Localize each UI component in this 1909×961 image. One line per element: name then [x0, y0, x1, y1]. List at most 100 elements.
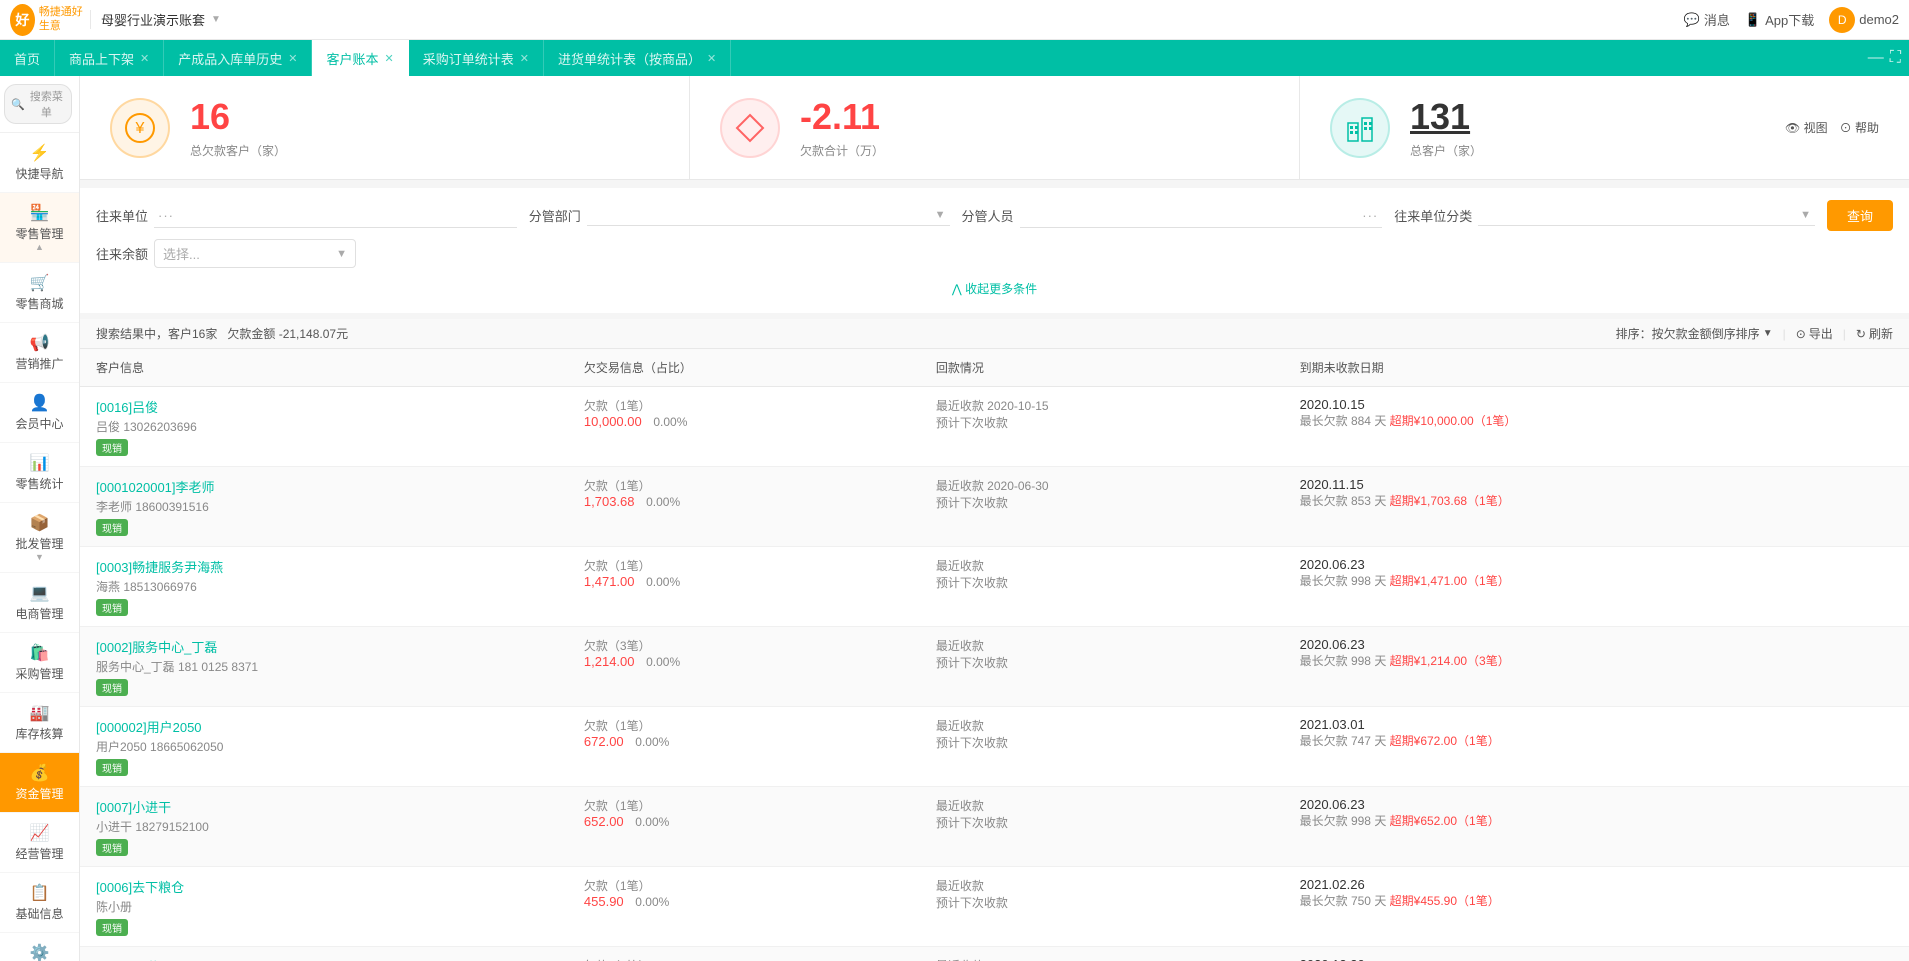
source-unit-label: 往来单位 — [96, 206, 148, 225]
cell-collection-1: 最近收款 2020-06-30 预计下次收款 — [920, 467, 1284, 547]
due-date-7: 2020.12.30 — [1300, 957, 1893, 961]
sidebar-item-ecommerce[interactable]: 💻 电商管理 — [0, 573, 79, 633]
customer-name-0[interactable]: [0016]吕俊 — [96, 397, 552, 416]
last-collect-7: 最近收款 — [936, 957, 1268, 961]
table-row: [0001020001]李老师 李老师 18600391516 现销 欠款（1笔… — [80, 467, 1909, 547]
manager-input[interactable]: ··· — [1020, 204, 1383, 228]
balance-select[interactable]: 选择... ▼ — [154, 239, 356, 268]
unit-category-select[interactable]: ▼ — [1478, 205, 1815, 226]
sort-button[interactable]: 排序：按欠款金额倒序排序 ▼ — [1616, 325, 1773, 342]
sidebar-item-inventory[interactable]: 🏭 库存核算 — [0, 693, 79, 753]
tab-purchase-order-close[interactable]: ✕ — [520, 52, 529, 65]
export-button[interactable]: ⊙ 导出 — [1796, 325, 1833, 342]
dept-select[interactable]: ▼ — [587, 205, 950, 226]
cell-due-date-5: 2020.06.23 最长欠款 998 天 超期¥652.00（1笔） — [1284, 787, 1909, 867]
company-selector[interactable]: 母婴行业演示账套 ▼ — [90, 10, 231, 29]
result-actions: 排序：按欠款金额倒序排序 ▼ | ⊙ 导出 | ↻ 刷新 — [1616, 325, 1893, 342]
customer-name-7[interactable]: [000001]黄思源 — [96, 957, 552, 961]
app-download-button[interactable]: 📱 App下载 — [1745, 10, 1814, 29]
due-date-2: 2020.06.23 — [1300, 557, 1893, 572]
overdue-text-1[interactable]: 超期¥1,703.68（1笔） — [1390, 494, 1510, 508]
help-button[interactable]: ⊙ 帮助 — [1840, 119, 1879, 136]
customer-name-4[interactable]: [000002]用户2050 — [96, 717, 552, 736]
sidebar-item-system[interactable]: ⚙️ 系统管理 — [0, 933, 79, 961]
operation-icon: 📈 — [30, 823, 50, 843]
sidebar-item-retail-stats[interactable]: 📊 零售统计 — [0, 443, 79, 503]
customer-type-badge-1: 现销 — [96, 519, 128, 536]
member-icon: 👤 — [30, 393, 50, 413]
tab-stock-stats-close[interactable]: ✕ — [707, 52, 716, 65]
amount-pct-3: 0.00% — [646, 655, 680, 669]
overdue-text-0[interactable]: 超期¥10,000.00（1笔） — [1390, 414, 1517, 428]
balance-label: 往来余额 — [96, 244, 148, 263]
sidebar-item-batch-mgmt[interactable]: 📦 批发管理 ▼ — [0, 503, 79, 573]
last-collect-3: 最近收款 — [936, 637, 1268, 654]
tab-goods-close[interactable]: ✕ — [140, 52, 149, 65]
col-collection: 回款情况 — [920, 349, 1284, 387]
tab-production-close[interactable]: ✕ — [288, 52, 297, 65]
customer-name-5[interactable]: [0007]小进干 — [96, 797, 552, 816]
tab-home-label: 首页 — [14, 49, 40, 68]
overdue-text-5[interactable]: 超期¥652.00（1笔） — [1390, 814, 1500, 828]
debt-desc-1: 欠款（1笔） — [584, 477, 904, 494]
overdue-text-6[interactable]: 超期¥455.90（1笔） — [1390, 894, 1500, 908]
sidebar-item-operation[interactable]: 📈 经营管理 — [0, 813, 79, 873]
sidebar-item-member[interactable]: 👤 会员中心 — [0, 383, 79, 443]
customer-name-3[interactable]: [0002]服务中心_丁磊 — [96, 637, 552, 656]
customer-type-badge-5: 现销 — [96, 839, 128, 856]
window-expand-icon[interactable]: ⛶ — [1890, 49, 1901, 67]
sidebar-item-retail-store[interactable]: 🛒 零售商城 — [0, 263, 79, 323]
sidebar-item-capital[interactable]: 💰 资金管理 — [0, 753, 79, 813]
table-row: [0006]去下粮仓 陈小册 现销 欠款（1笔） 455.90 0.00% 最近… — [80, 867, 1909, 947]
window-minimize-icon[interactable]: — — [1868, 49, 1884, 67]
tab-production[interactable]: 产成品入库单历史 ✕ — [164, 40, 312, 76]
customer-name-1[interactable]: [0001020001]李老师 — [96, 477, 552, 496]
tab-goods[interactable]: 商品上下架 ✕ — [55, 40, 164, 76]
amount-value-1[interactable]: 1,703.68 — [584, 494, 635, 509]
sidebar-search-box[interactable]: 🔍 搜索菜单 — [4, 84, 72, 124]
sidebar-item-retail-mgmt-label: 零售管理 — [15, 225, 63, 242]
amount-value-3[interactable]: 1,214.00 — [584, 654, 635, 669]
sidebar-item-quick-nav[interactable]: ⚡ 快捷导航 — [0, 133, 79, 193]
view-button[interactable]: 👁 视图 — [1785, 119, 1828, 136]
tab-customer-account-close[interactable]: ✕ — [385, 52, 394, 65]
sidebar-item-purchase[interactable]: 🛍️ 采购管理 — [0, 633, 79, 693]
amount-value-2[interactable]: 1,471.00 — [584, 574, 635, 589]
debt-customers-value: 16 — [190, 96, 286, 138]
cell-due-date-2: 2020.06.23 最长欠款 998 天 超期¥1,471.00（1笔） — [1284, 547, 1909, 627]
customer-name-2[interactable]: [0003]畅捷服务尹海燕 — [96, 557, 552, 576]
tab-purchase-order[interactable]: 采购订单统计表 ✕ — [409, 40, 544, 76]
amount-value-5[interactable]: 652.00 — [584, 814, 624, 829]
collapse-button[interactable]: ⋀ 收起更多条件 — [96, 276, 1893, 301]
debt-amount-4: 672.00 0.00% — [584, 734, 904, 749]
sidebar-item-retail-mgmt[interactable]: 🏪 零售管理 ▲ — [0, 193, 79, 263]
last-collect-0: 最近收款 2020-10-15 — [936, 397, 1268, 414]
sidebar-item-marketing[interactable]: 📢 营销推广 — [0, 323, 79, 383]
tab-stock-stats[interactable]: 进货单统计表（按商品） ✕ — [544, 40, 731, 76]
filter-row-1: 往来单位 ··· 分管部门 ▼ 分管人员 ··· — [96, 200, 1893, 231]
total-debt-label: 欠款合计（万） — [800, 142, 884, 159]
overdue-text-4[interactable]: 超期¥672.00（1笔） — [1390, 734, 1500, 748]
amount-value-6[interactable]: 455.90 — [584, 894, 624, 909]
message-button[interactable]: 💬 消息 — [1684, 10, 1730, 29]
balance-placeholder: 选择... — [163, 244, 200, 263]
source-unit-input[interactable]: ··· — [154, 204, 517, 228]
cell-collection-6: 最近收款 预计下次收款 — [920, 867, 1284, 947]
system-icon: ⚙️ — [30, 943, 50, 961]
query-button[interactable]: 查询 — [1827, 200, 1893, 231]
tab-home[interactable]: 首页 — [0, 40, 55, 76]
customer-name-6[interactable]: [0006]去下粮仓 — [96, 877, 552, 896]
debt-customers-label: 总欠款客户（家） — [190, 142, 286, 159]
overdue-days-6: 最长欠款 750 天 — [1300, 894, 1390, 908]
amount-value-4[interactable]: 672.00 — [584, 734, 624, 749]
cell-collection-7: 最近收款 预计下次收款 — [920, 947, 1284, 961]
overdue-days-3: 最长欠款 998 天 — [1300, 654, 1390, 668]
refresh-button[interactable]: ↻ 刷新 — [1856, 325, 1893, 342]
user-menu[interactable]: D demo2 — [1829, 7, 1899, 33]
sidebar-item-basic-info[interactable]: 📋 基础信息 — [0, 873, 79, 933]
tab-customer-account[interactable]: 客户账本 ✕ — [312, 40, 408, 76]
overdue-text-3[interactable]: 超期¥1,214.00（3笔） — [1390, 654, 1510, 668]
overdue-text-2[interactable]: 超期¥1,471.00（1笔） — [1390, 574, 1510, 588]
amount-value-0[interactable]: 10,000.00 — [584, 414, 642, 429]
cell-customer-info-2: [0003]畅捷服务尹海燕 海燕 18513066976 现销 — [80, 547, 568, 627]
